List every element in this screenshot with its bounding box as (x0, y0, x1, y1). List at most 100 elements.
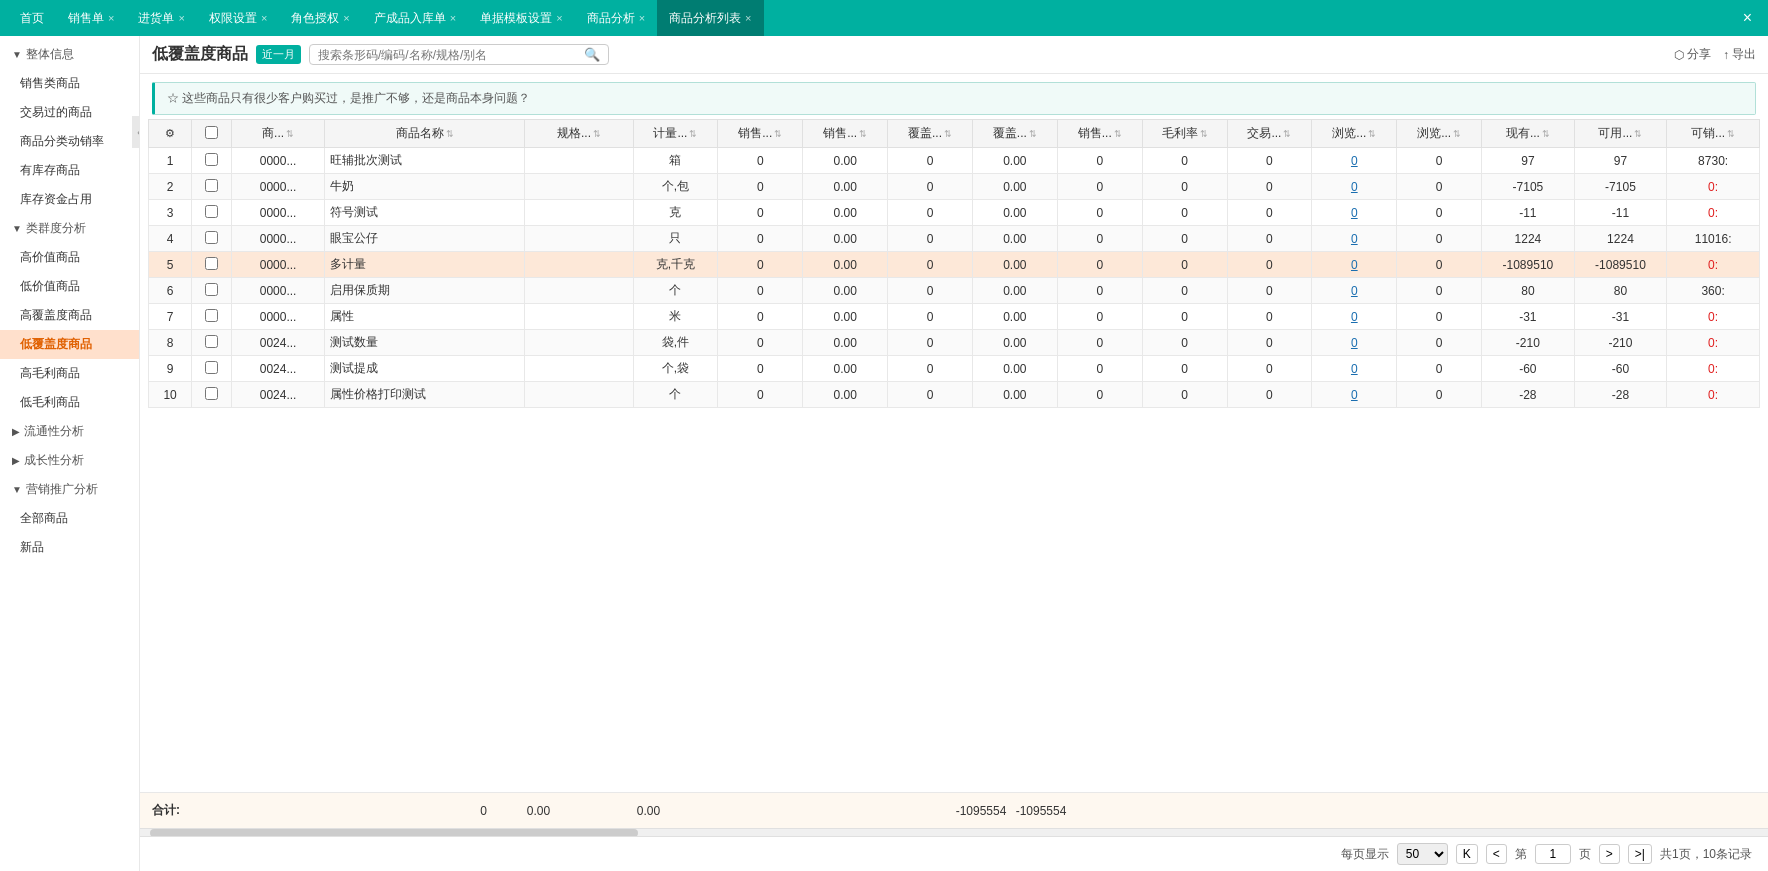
next-page-button[interactable]: > (1599, 844, 1620, 864)
row-spec (525, 278, 633, 304)
col-browse1-header[interactable]: 浏览...⇅ (1312, 120, 1397, 148)
col-spec-header[interactable]: 规格...⇅ (525, 120, 633, 148)
table-container[interactable]: ⚙ 商...⇅ 商品名称⇅ 规格...⇅ 计量...⇅ 销售...⇅ 销售...… (140, 119, 1768, 792)
sidebar-section-marketing[interactable]: ▼ 营销推广分析 (0, 475, 139, 504)
row-checkbox[interactable] (205, 179, 218, 192)
col-trade-header[interactable]: 交易...⇅ (1227, 120, 1312, 148)
nav-roles[interactable]: 角色授权 × (279, 0, 361, 36)
last-page-button[interactable]: >| (1628, 844, 1652, 864)
search-input[interactable] (318, 48, 580, 62)
row-checkbox-cell[interactable] (192, 304, 232, 330)
per-page-select[interactable]: 50 20 100 (1397, 843, 1448, 865)
nav-analysis-close[interactable]: × (639, 12, 645, 24)
col-sales-x-header[interactable]: 销售...⇅ (1057, 120, 1142, 148)
nav-roles-close[interactable]: × (343, 12, 349, 24)
col-unit-header[interactable]: 计量...⇅ (633, 120, 718, 148)
sidebar-item-new-goods[interactable]: 新品 (0, 533, 139, 562)
row-checkbox-cell[interactable] (192, 148, 232, 174)
prev-page-button[interactable]: < (1486, 844, 1507, 864)
sidebar-section-overall[interactable]: ▼ 整体信息 (0, 40, 139, 69)
sidebar-item-low-margin[interactable]: 低毛利商品 (0, 388, 139, 417)
col-gross-header[interactable]: 毛利率⇅ (1142, 120, 1227, 148)
nav-products-in-close[interactable]: × (450, 12, 456, 24)
col-current-header[interactable]: 现有...⇅ (1482, 120, 1575, 148)
col-browse2-header[interactable]: 浏览...⇅ (1397, 120, 1482, 148)
sidebar-item-low-value[interactable]: 低价值商品 (0, 272, 139, 301)
sidebar-item-stocked-goods[interactable]: 有库存商品 (0, 156, 139, 185)
row-checkbox[interactable] (205, 283, 218, 296)
row-browse2: 0 (1397, 252, 1482, 278)
nav-analysis-list[interactable]: 商品分析列表 × (657, 0, 763, 36)
sidebar-item-category-rate[interactable]: 商品分类动销率 (0, 127, 139, 156)
row-checkbox-cell[interactable] (192, 200, 232, 226)
row-checkbox-cell[interactable] (192, 330, 232, 356)
row-checkbox-cell[interactable] (192, 226, 232, 252)
select-all-checkbox[interactable] (205, 126, 218, 139)
row-browse1[interactable]: 0 (1312, 304, 1397, 330)
export-button[interactable]: ↑ 导出 (1723, 46, 1756, 63)
row-checkbox[interactable] (205, 361, 218, 374)
col-cover2-header[interactable]: 覆盖...⇅ (972, 120, 1057, 148)
tag-recent[interactable]: 近一月 (256, 45, 301, 64)
row-checkbox-cell[interactable] (192, 356, 232, 382)
nav-analysis-list-close[interactable]: × (745, 12, 751, 24)
sidebar-item-low-coverage[interactable]: 低覆盖度商品 (0, 330, 139, 359)
row-browse1[interactable]: 0 (1312, 174, 1397, 200)
row-checkbox[interactable] (205, 387, 218, 400)
sidebar-item-all-goods[interactable]: 全部商品 (0, 504, 139, 533)
row-checkbox[interactable] (205, 153, 218, 166)
sidebar-item-high-value[interactable]: 高价值商品 (0, 243, 139, 272)
search-icon[interactable]: 🔍 (584, 47, 600, 62)
first-page-button[interactable]: K (1456, 844, 1478, 864)
nav-purchase[interactable]: 进货单 × (126, 0, 196, 36)
nav-products-in[interactable]: 产成品入库单 × (362, 0, 468, 36)
nav-permissions-close[interactable]: × (261, 12, 267, 24)
sidebar-item-high-margin[interactable]: 高毛利商品 (0, 359, 139, 388)
sidebar-section-growth[interactable]: ▶ 成长性分析 (0, 446, 139, 475)
col-cover1-header[interactable]: 覆盖...⇅ (888, 120, 973, 148)
row-checkbox[interactable] (205, 257, 218, 270)
row-browse1[interactable]: 0 (1312, 200, 1397, 226)
nav-analysis[interactable]: 商品分析 × (575, 0, 657, 36)
horizontal-scrollbar[interactable] (140, 828, 1768, 836)
row-browse1[interactable]: 0 (1312, 226, 1397, 252)
row-browse1[interactable]: 0 (1312, 382, 1397, 408)
nav-sales[interactable]: 销售单 × (56, 0, 126, 36)
row-checkbox[interactable] (205, 231, 218, 244)
page-number-input[interactable] (1535, 844, 1571, 864)
sidebar-collapse-button[interactable]: « (132, 116, 140, 148)
nav-home[interactable]: 首页 (8, 0, 56, 36)
row-checkbox[interactable] (205, 335, 218, 348)
row-checkbox-cell[interactable] (192, 278, 232, 304)
sidebar-item-capital[interactable]: 库存资金占用 (0, 185, 139, 214)
row-checkbox[interactable] (205, 205, 218, 218)
close-all-button[interactable]: × (1735, 5, 1760, 31)
row-browse1[interactable]: 0 (1312, 330, 1397, 356)
col-sales-amt-header[interactable]: 销售...⇅ (803, 120, 888, 148)
sidebar-item-sales-goods[interactable]: 销售类商品 (0, 69, 139, 98)
row-checkbox-cell[interactable] (192, 382, 232, 408)
col-sales-qty-header[interactable]: 销售...⇅ (718, 120, 803, 148)
share-button[interactable]: ⬡ 分享 (1674, 46, 1711, 63)
col-settings[interactable]: ⚙ (149, 120, 192, 148)
nav-permissions[interactable]: 权限设置 × (197, 0, 279, 36)
row-checkbox-cell[interactable] (192, 252, 232, 278)
sidebar-item-traded-goods[interactable]: 交易过的商品 (0, 98, 139, 127)
row-browse1[interactable]: 0 (1312, 252, 1397, 278)
sidebar-item-high-coverage[interactable]: 高覆盖度商品 (0, 301, 139, 330)
sidebar-section-flow[interactable]: ▶ 流通性分析 (0, 417, 139, 446)
row-browse1[interactable]: 0 (1312, 278, 1397, 304)
row-checkbox-cell[interactable] (192, 174, 232, 200)
row-checkbox[interactable] (205, 309, 218, 322)
col-available-header[interactable]: 可用...⇅ (1574, 120, 1667, 148)
col-saleable-header[interactable]: 可销...⇅ (1667, 120, 1760, 148)
sidebar-section-cluster[interactable]: ▼ 类群度分析 (0, 214, 139, 243)
nav-purchase-close[interactable]: × (178, 12, 184, 24)
nav-sales-close[interactable]: × (108, 12, 114, 24)
col-code-header[interactable]: 商...⇅ (232, 120, 325, 148)
row-browse1[interactable]: 0 (1312, 356, 1397, 382)
nav-template-close[interactable]: × (556, 12, 562, 24)
col-name-header[interactable]: 商品名称⇅ (324, 120, 525, 148)
nav-template[interactable]: 单据模板设置 × (468, 0, 574, 36)
row-browse1[interactable]: 0 (1312, 148, 1397, 174)
